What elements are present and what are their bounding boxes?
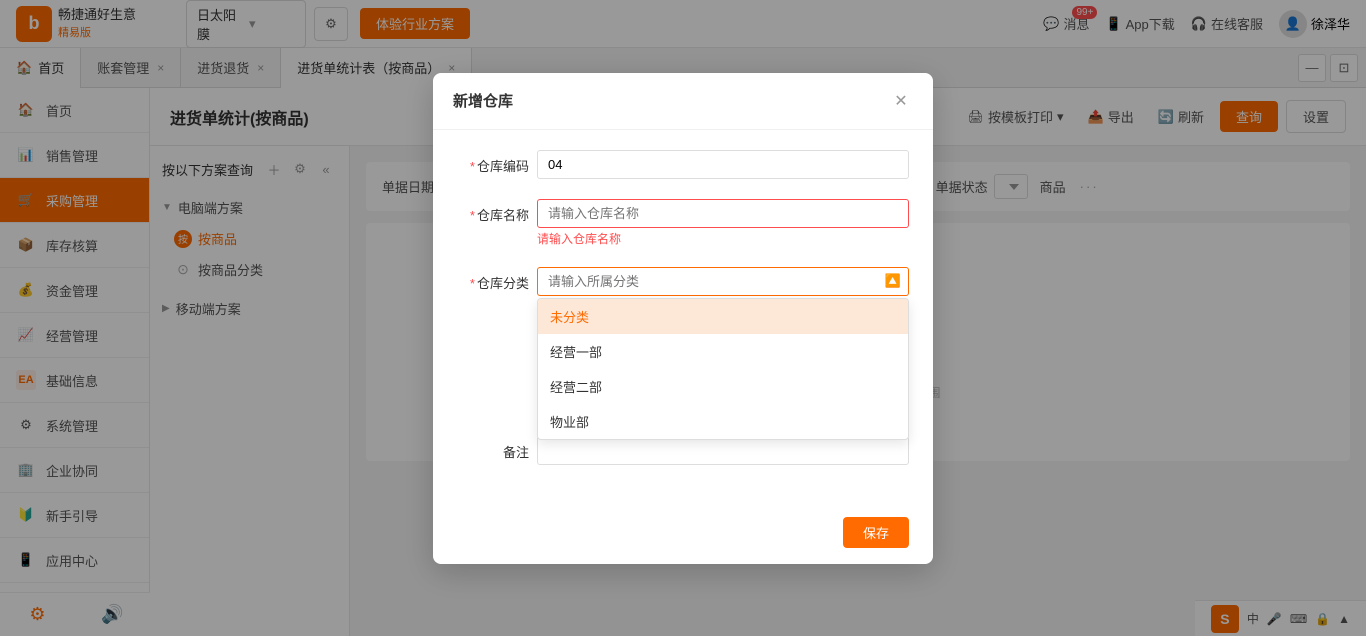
name-field-row: 仓库名称 请输入仓库名称	[457, 199, 909, 247]
save-button[interactable]: 保存	[843, 517, 909, 548]
code-label: 仓库编码	[457, 150, 537, 175]
category-control: 🔼	[537, 267, 909, 296]
category-dropdown: 未分类 经营一部 经营二部 物业部	[537, 298, 909, 440]
name-input[interactable]	[537, 199, 909, 228]
dialog-title: 新增仓库	[453, 90, 513, 111]
category-field-row: 仓库分类 🔼 未分类 经营一部 经营二部 物业部	[457, 267, 909, 296]
name-error-msg: 请输入仓库名称	[537, 230, 909, 247]
remarks-control	[537, 436, 909, 465]
dropdown-item-dept1[interactable]: 经营一部	[538, 334, 908, 369]
code-field-row: 仓库编码	[457, 150, 909, 179]
dropdown-item-uncategorized[interactable]: 未分类	[538, 299, 908, 334]
code-control	[537, 150, 909, 179]
name-label: 仓库名称	[457, 199, 537, 224]
dialog-header: 新增仓库 ✕	[433, 73, 933, 130]
remarks-input[interactable]	[537, 436, 909, 465]
dialog-body: 仓库编码 仓库名称 请输入仓库名称 仓库分类 🔼	[433, 130, 933, 505]
remarks-label: 备注	[457, 436, 537, 461]
code-input[interactable]	[537, 150, 909, 179]
dialog-close-button[interactable]: ✕	[889, 89, 913, 113]
remarks-field-row: 备注	[457, 436, 909, 465]
dropdown-item-dept3[interactable]: 物业部	[538, 404, 908, 439]
category-input[interactable]	[537, 267, 909, 296]
name-control: 请输入仓库名称	[537, 199, 909, 247]
dialog-footer: 保存	[433, 505, 933, 564]
dialog-overlay[interactable]: 新增仓库 ✕ 仓库编码 仓库名称 请输入仓库名称 仓库分类	[0, 0, 1366, 636]
new-warehouse-dialog: 新增仓库 ✕ 仓库编码 仓库名称 请输入仓库名称 仓库分类	[433, 73, 933, 564]
dropdown-item-dept2[interactable]: 经营二部	[538, 369, 908, 404]
category-label: 仓库分类	[457, 267, 537, 292]
category-toggle-icon[interactable]: 🔼	[885, 273, 901, 289]
